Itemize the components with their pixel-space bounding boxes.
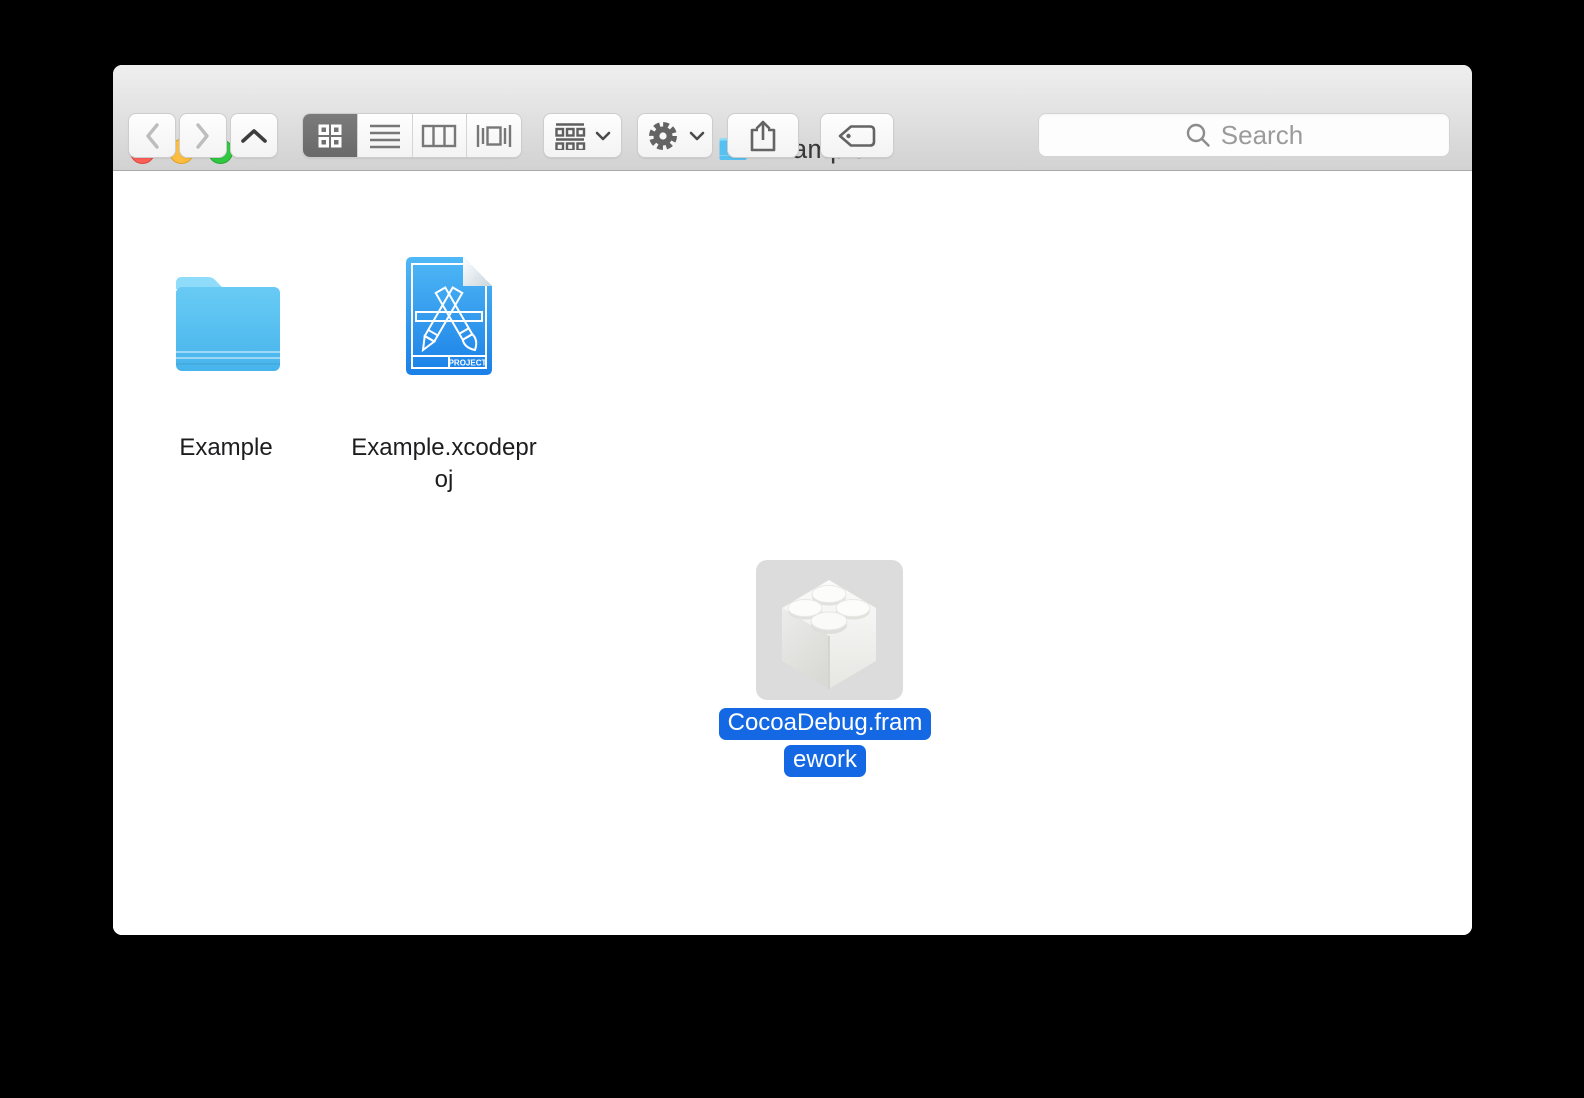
search-icon	[1186, 123, 1210, 147]
gear-icon	[648, 121, 677, 150]
finder-window: Example Search Example PROJECT Example.x…	[113, 65, 1472, 935]
icon-view-icon	[318, 124, 342, 147]
chevron-left-icon	[146, 122, 159, 149]
chevron-right-icon	[196, 122, 209, 149]
column-view-icon	[422, 124, 457, 147]
share-icon	[750, 120, 776, 151]
share-button[interactable]	[727, 113, 799, 158]
arrange-icon	[555, 122, 586, 150]
coverflow-view-button[interactable]	[467, 114, 521, 157]
project-badge: PROJECT	[449, 359, 487, 368]
forward-button[interactable]	[179, 113, 227, 158]
file-item-framework[interactable]	[771, 570, 888, 692]
titlebar-toolbar[interactable]: Example Search	[113, 65, 1472, 171]
search-input[interactable]: Search	[1038, 113, 1450, 157]
file-label[interactable]: Example.xcodepr oj	[344, 432, 544, 496]
desktop-shadow-background: Example Search Example PROJECT Example.x…	[0, 0, 1584, 1098]
icon-view-button[interactable]	[303, 114, 358, 157]
back-button[interactable]	[128, 113, 176, 158]
list-view-button[interactable]	[358, 114, 413, 157]
file-item-xcodeproj[interactable]: PROJECT	[403, 254, 495, 378]
column-view-button[interactable]	[413, 114, 468, 157]
tag-icon	[838, 124, 876, 147]
coverflow-view-icon	[476, 124, 512, 147]
chevron-down-icon	[689, 131, 704, 140]
tags-button[interactable]	[820, 113, 894, 158]
arrange-button[interactable]	[543, 113, 622, 158]
framework-lego-brick-icon	[782, 580, 876, 689]
selected-file-label[interactable]: CocoaDebug.fram ework	[715, 708, 935, 777]
chevron-down-icon	[595, 131, 611, 140]
folder-icon	[176, 277, 280, 371]
list-view-icon	[369, 124, 400, 148]
up-button[interactable]	[230, 113, 278, 158]
file-browser-content[interactable]: Example PROJECT Example.xcodepr oj Cocoa…	[113, 171, 1472, 935]
action-button[interactable]	[637, 113, 713, 158]
xcode-project-icon: PROJECT	[406, 257, 492, 375]
search-placeholder: Search	[1220, 119, 1304, 150]
file-label[interactable]: Example	[126, 432, 326, 464]
view-mode-segmented-control	[302, 113, 522, 158]
chevron-up-icon	[241, 128, 267, 143]
file-item-example-folder[interactable]	[168, 269, 288, 373]
